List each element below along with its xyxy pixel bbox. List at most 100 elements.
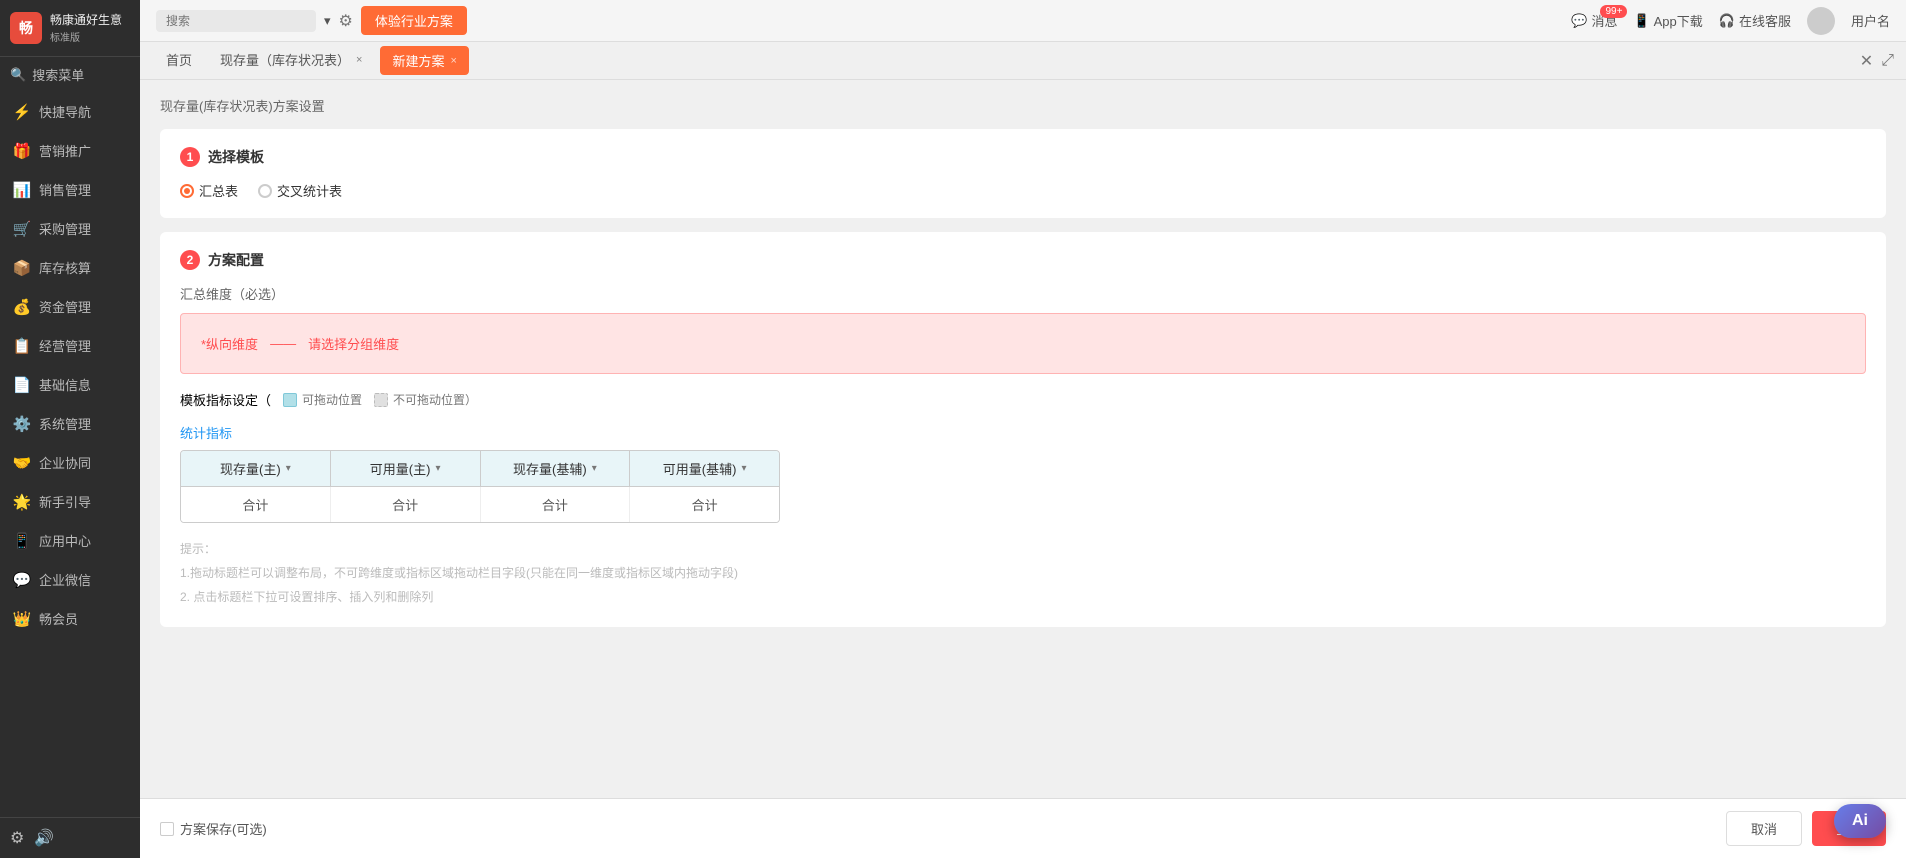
col-2-chevron[interactable]: ▾: [592, 463, 597, 474]
bottom-bar: 方案保存(可选) 取消 查询: [140, 798, 1906, 858]
sales-icon: 📊: [13, 181, 31, 199]
online-service-btn[interactable]: 🎧 在线客服: [1719, 11, 1791, 30]
non-draggable-legend-box: [374, 393, 388, 407]
radio-summary[interactable]: 汇总表: [180, 181, 238, 200]
logo-text: 畅康通好生意 标准版: [50, 12, 122, 44]
sidebar-item-label: 企业协同: [39, 453, 91, 472]
sidebar-item-label: 基础信息: [39, 375, 91, 394]
legend-draggable: 可拖动位置: [283, 391, 362, 408]
sidebar-item-marketing[interactable]: 🎁 营销推广: [0, 131, 140, 170]
tab-inventory-close[interactable]: ×: [356, 54, 362, 66]
newbie-icon: 🌟: [13, 493, 31, 511]
col-0-chevron[interactable]: ▾: [286, 463, 291, 474]
app-download-btn[interactable]: 📱 App下载: [1633, 11, 1702, 30]
topbar-right: 💬 消息 99+ 📱 App下载 🎧 在线客服 用户名: [1571, 7, 1890, 35]
search-icon: 🔍: [10, 67, 26, 83]
col-3-chevron[interactable]: ▾: [741, 463, 746, 474]
settings-icon[interactable]: ⚙: [10, 828, 24, 848]
topbar: ▾ ⚙ 体验行业方案 💬 消息 99+ 📱 App下载 🎧 在线客服 用户名: [140, 0, 1906, 42]
tab-bar: 首页 现存量（库存状况表） × 新建方案 × ✕ ⤢: [140, 42, 1906, 80]
section1-title: 选择模板: [208, 147, 264, 167]
app-center-icon: 📱: [13, 532, 31, 550]
gear-icon[interactable]: ⚙: [339, 11, 353, 31]
radio-cross[interactable]: 交叉统计表: [258, 181, 342, 200]
tab-new-close[interactable]: ×: [450, 55, 456, 67]
expand-icon[interactable]: ⤢: [1881, 52, 1894, 70]
sidebar-logo: 畅 畅康通好生意 标准版: [0, 0, 140, 57]
sidebar-item-operation[interactable]: 📋 经营管理: [0, 326, 140, 365]
quick-nav-icon: ⚡: [13, 103, 31, 121]
stats-col-0[interactable]: 现存量(主) ▾: [181, 451, 331, 486]
sidebar-item-label: 采购管理: [39, 219, 91, 238]
headset-icon: 🎧: [1719, 13, 1735, 29]
sidebar-item-enterprise[interactable]: 🤝 企业协同: [0, 443, 140, 482]
page-title: 现存量(库存状况表)方案设置: [160, 96, 1886, 115]
inventory-icon: 📦: [13, 259, 31, 277]
topbar-left: ▾ ⚙ 体验行业方案: [156, 6, 1559, 35]
message-badge: 99+: [1600, 5, 1627, 18]
radio-summary-dot: [180, 184, 194, 198]
search-input[interactable]: [156, 10, 316, 32]
industry-btn[interactable]: 体验行业方案: [361, 6, 467, 35]
template-radio-group: 汇总表 交叉统计表: [180, 181, 1866, 200]
col-1-chevron[interactable]: ▾: [435, 463, 440, 474]
main-area: ▾ ⚙ 体验行业方案 💬 消息 99+ 📱 App下载 🎧 在线客服 用户名: [140, 0, 1906, 858]
close-window-icon[interactable]: ✕: [1860, 51, 1873, 71]
sidebar-item-label: 畅会员: [39, 609, 78, 628]
sidebar-item-basic-info[interactable]: 📄 基础信息: [0, 365, 140, 404]
message-btn[interactable]: 💬 消息 99+: [1571, 11, 1617, 30]
sidebar-item-label: 新手引导: [39, 492, 91, 511]
sidebar-item-sales[interactable]: 📊 销售管理: [0, 170, 140, 209]
purchase-icon: 🛒: [13, 220, 31, 238]
stats-col-1[interactable]: 可用量(主) ▾: [331, 451, 481, 486]
basic-info-icon: 📄: [13, 376, 31, 394]
sidebar-item-purchase[interactable]: 🛒 采购管理: [0, 209, 140, 248]
sidebar-item-label: 营销推广: [39, 141, 91, 160]
sidebar-search[interactable]: 🔍 搜索菜单: [0, 57, 140, 92]
sound-icon[interactable]: 🔊: [34, 828, 54, 848]
ai-bubble[interactable]: Ai: [1834, 804, 1886, 838]
sidebar: 畅 畅康通好生意 标准版 🔍 搜索菜单 ⚡ 快捷导航 🎁 营销推广 📊 销售管理…: [0, 0, 140, 858]
stats-table-header: 现存量(主) ▾ 可用量(主) ▾ 现存量(基辅) ▾ 可用量(基辅): [181, 451, 779, 487]
sidebar-item-label: 库存核算: [39, 258, 91, 277]
indicator-section: 统计指标 现存量(主) ▾ 可用量(主) ▾ 现存量(基辅): [180, 423, 1866, 523]
sidebar-item-finance[interactable]: 💰 资金管理: [0, 287, 140, 326]
sidebar-item-inventory[interactable]: 📦 库存核算: [0, 248, 140, 287]
sidebar-item-label: 资金管理: [39, 297, 91, 316]
stats-col-3[interactable]: 可用量(基辅) ▾: [630, 451, 779, 486]
tip-2: 2. 点击标题栏下拉可设置排序、插入列和删除列: [180, 585, 1866, 609]
table-row: 合计 合计 合计 合计: [181, 487, 779, 522]
sidebar-item-label: 快捷导航: [39, 102, 91, 121]
sidebar-footer: ⚙ 🔊: [0, 817, 140, 858]
content-area: 现存量(库存状况表)方案设置 1 选择模板 汇总表 交叉统计表 2: [140, 80, 1906, 798]
sidebar-item-wechat[interactable]: 💬 企业微信: [0, 560, 140, 599]
section2-num: 2: [180, 250, 200, 270]
username-label: 用户名: [1851, 11, 1890, 30]
dimension-placeholder: 请选择分组维度: [308, 334, 399, 353]
sidebar-item-system[interactable]: ⚙️ 系统管理: [0, 404, 140, 443]
tab-inventory[interactable]: 现存量（库存状况表） ×: [206, 42, 376, 79]
wechat-icon: 💬: [13, 571, 31, 589]
section2-title: 方案配置: [208, 250, 264, 270]
tab-new-scheme[interactable]: 新建方案 ×: [380, 46, 468, 75]
dimension-box[interactable]: *纵向维度 —— 请选择分组维度: [180, 313, 1866, 374]
sidebar-nav: ⚡ 快捷导航 🎁 营销推广 📊 销售管理 🛒 采购管理 📦 库存核算 💰 资金管…: [0, 92, 140, 817]
system-icon: ⚙️: [13, 415, 31, 433]
section2-card: 2 方案配置 汇总维度（必选） *纵向维度 —— 请选择分组维度 模板指标设定（…: [160, 232, 1886, 627]
tab-home[interactable]: 首页: [152, 42, 206, 79]
cell-0-0: 合计: [181, 487, 331, 522]
sidebar-item-label: 应用中心: [39, 531, 91, 550]
vertical-dim-label: *纵向维度: [201, 334, 258, 353]
save-checkbox[interactable]: 方案保存(可选): [160, 819, 267, 838]
sidebar-item-quick-nav[interactable]: ⚡ 快捷导航: [0, 92, 140, 131]
sidebar-item-app-center[interactable]: 📱 应用中心: [0, 521, 140, 560]
stats-col-2[interactable]: 现存量(基辅) ▾: [481, 451, 631, 486]
sidebar-item-newbie[interactable]: 🌟 新手引导: [0, 482, 140, 521]
avatar[interactable]: [1807, 7, 1835, 35]
radio-cross-dot: [258, 184, 272, 198]
sidebar-item-member[interactable]: 👑 畅会员: [0, 599, 140, 638]
dropdown-icon[interactable]: ▾: [324, 13, 331, 29]
message-icon: 💬: [1571, 13, 1587, 29]
sidebar-item-label: 经营管理: [39, 336, 91, 355]
cancel-button[interactable]: 取消: [1726, 811, 1802, 846]
